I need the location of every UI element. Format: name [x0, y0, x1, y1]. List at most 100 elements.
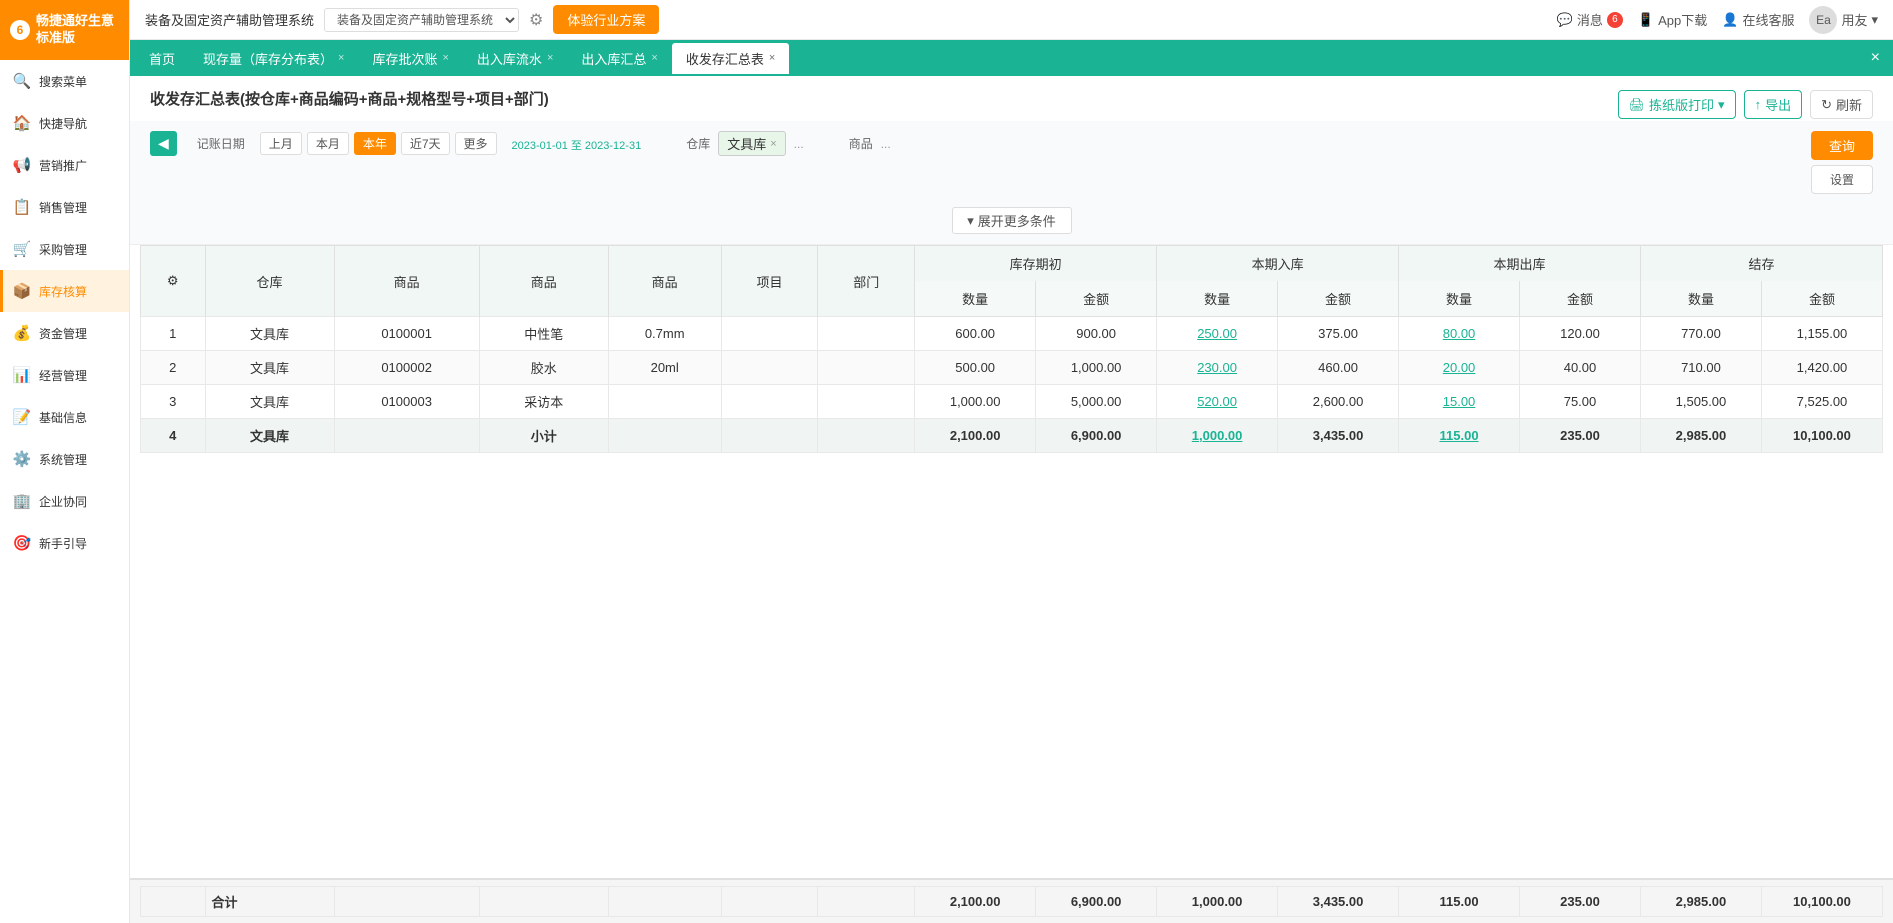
expand-filter-button[interactable]: ▾ 展开更多条件	[952, 207, 1072, 234]
row-in-qty[interactable]: 520.00	[1157, 385, 1278, 419]
tab-inventory-dist[interactable]: 现存量（库存分布表） ×	[189, 43, 358, 74]
date-btn-prev-month[interactable]: 上月	[260, 132, 302, 155]
chevron-down-icon: ▾	[1871, 12, 1878, 28]
row-no: 2	[141, 351, 206, 385]
row-out-qty[interactable]: 115.00	[1399, 419, 1520, 453]
row-dept	[818, 385, 915, 419]
column-settings-icon[interactable]: ⚙	[167, 273, 179, 288]
date-btn-this-year[interactable]: 本年	[354, 132, 396, 155]
sidebar-item-label: 采购管理	[39, 241, 87, 258]
user-menu[interactable]: Ea 用友 ▾	[1809, 6, 1878, 34]
tab-batch-ledger[interactable]: 库存批次账 ×	[358, 43, 462, 74]
row-open-qty: 500.00	[915, 351, 1036, 385]
sidebar-item-quick-nav[interactable]: 🏠 快捷导航	[0, 102, 129, 144]
system-title: 装备及固定资产辅助管理系统	[145, 10, 314, 29]
product-filter-label: 商品	[849, 135, 873, 152]
tab-close-icon[interactable]: ×	[338, 52, 344, 64]
name-column-header: 商品	[479, 246, 608, 317]
message-button[interactable]: 💬 消息 6	[1557, 10, 1623, 29]
settings-button[interactable]: 设置	[1811, 165, 1873, 194]
row-bal-qty: 770.00	[1640, 317, 1761, 351]
row-open-qty: 2,100.00	[915, 419, 1036, 453]
footer-empty5	[721, 887, 818, 917]
message-label: 消息	[1577, 10, 1603, 29]
footer-empty	[141, 887, 206, 917]
product-more[interactable]: ...	[881, 137, 891, 151]
date-btn-7-days[interactable]: 近7天	[401, 132, 450, 155]
export-button[interactable]: ↑ 导出	[1744, 90, 1803, 119]
row-out-qty[interactable]: 20.00	[1399, 351, 1520, 385]
filter-collapse-button[interactable]: ◀	[150, 131, 177, 156]
row-bal-qty: 2,985.00	[1640, 419, 1761, 453]
expand-label: 展开更多条件	[978, 211, 1056, 230]
sidebar-item-operation[interactable]: 📊 经营管理	[0, 354, 129, 396]
row-in-qty[interactable]: 1,000.00	[1157, 419, 1278, 453]
row-out-qty[interactable]: 80.00	[1399, 317, 1520, 351]
row-name: 中性笔	[479, 317, 608, 351]
tab-inout-summary[interactable]: 出入库汇总 ×	[567, 43, 671, 74]
row-bal-amt: 1,155.00	[1761, 317, 1882, 351]
experience-button[interactable]: 体验行业方案	[553, 5, 659, 34]
tab-recv-send-summary[interactable]: 收发存汇总表 ×	[672, 43, 789, 74]
row-dept	[818, 351, 915, 385]
sidebar-item-marketing[interactable]: 📢 营销推广	[0, 144, 129, 186]
export-icon: ↑	[1755, 97, 1762, 112]
warehouse-tag-close[interactable]: ×	[770, 138, 776, 150]
refresh-button[interactable]: ↻ 刷新	[1810, 90, 1873, 119]
outbound-group-header: 本期出库	[1399, 246, 1641, 282]
row-in-qty[interactable]: 250.00	[1157, 317, 1278, 351]
sidebar-item-purchase[interactable]: 🛒 采购管理	[0, 228, 129, 270]
tab-close-icon[interactable]: ×	[547, 52, 553, 64]
inbound-qty-header: 数量	[1157, 281, 1278, 317]
sidebar-item-system[interactable]: ⚙️ 系统管理	[0, 438, 129, 480]
close-all-tabs-button[interactable]: ×	[1863, 49, 1888, 67]
sidebar-item-guide[interactable]: 🎯 新手引导	[0, 522, 129, 564]
basic-icon: 📝	[13, 408, 31, 426]
row-out-amt: 120.00	[1520, 317, 1641, 351]
balance-amt-header: 金额	[1761, 281, 1882, 317]
system-select[interactable]: 装备及固定资产辅助管理系统	[324, 8, 519, 32]
sidebar-item-inventory[interactable]: 📦 库存核算	[0, 270, 129, 312]
data-table: ⚙ 仓库 商品 商品 商品 项目 部门 库存期初 本期入库 本期出库 结存	[140, 245, 1883, 453]
sidebar-item-label: 系统管理	[39, 451, 87, 468]
spec-column-header: 商品	[608, 246, 721, 317]
balance-qty-header: 数量	[1640, 281, 1761, 317]
row-out-qty[interactable]: 15.00	[1399, 385, 1520, 419]
row-in-qty[interactable]: 230.00	[1157, 351, 1278, 385]
print-button[interactable]: 🖨 拣纸版打印 ▾	[1618, 90, 1736, 119]
sidebar-item-basic[interactable]: 📝 基础信息	[0, 396, 129, 438]
sidebar-item-sales[interactable]: 📋 销售管理	[0, 186, 129, 228]
app-download-button[interactable]: 📱 App下载	[1638, 10, 1707, 29]
settings-column-header[interactable]: ⚙	[141, 246, 206, 317]
main-content: 装备及固定资产辅助管理系统 装备及固定资产辅助管理系统 ⚙ 体验行业方案 💬 消…	[130, 0, 1893, 923]
row-project	[721, 419, 818, 453]
sales-icon: 📋	[13, 198, 31, 216]
row-warehouse: 文具库	[205, 419, 334, 453]
tab-close-icon[interactable]: ×	[769, 52, 775, 64]
warehouse-more[interactable]: ...	[794, 137, 804, 151]
search-icon: 🔍	[13, 72, 31, 90]
tab-close-icon[interactable]: ×	[651, 52, 657, 64]
online-service-label: 在线客服	[1742, 10, 1794, 29]
tab-inout-flow[interactable]: 出入库流水 ×	[463, 43, 567, 74]
tab-home[interactable]: 首页	[135, 43, 189, 74]
print-label: 拣纸版打印	[1649, 95, 1714, 114]
sidebar-item-search[interactable]: 🔍 搜索菜单	[0, 60, 129, 102]
app-logo: 6 畅捷通好生意 标准版	[0, 0, 129, 60]
sidebar-item-finance[interactable]: 💰 资金管理	[0, 312, 129, 354]
tab-close-icon[interactable]: ×	[442, 52, 448, 64]
sidebar-item-corp[interactable]: 🏢 企业协同	[0, 480, 129, 522]
table-footer: 合计 2,100.00 6,900.00 1,000.00 3,435.00 1…	[130, 878, 1893, 923]
gear-icon[interactable]: ⚙	[529, 10, 543, 30]
opening-group-header: 库存期初	[915, 246, 1157, 282]
date-btn-this-month[interactable]: 本月	[307, 132, 349, 155]
table-row: 4 文具库 小计 2,100.00 6,900.00 1,000.00 3,43…	[141, 419, 1883, 453]
query-button[interactable]: 查询	[1811, 131, 1873, 160]
project-column-header: 项目	[721, 246, 818, 317]
warehouse-column-header: 仓库	[205, 246, 334, 317]
footer-empty3	[479, 887, 608, 917]
purchase-icon: 🛒	[13, 240, 31, 258]
service-icon: 👤	[1722, 12, 1738, 28]
date-btn-more[interactable]: 更多	[455, 132, 497, 155]
online-service-button[interactable]: 👤 在线客服	[1722, 10, 1794, 29]
